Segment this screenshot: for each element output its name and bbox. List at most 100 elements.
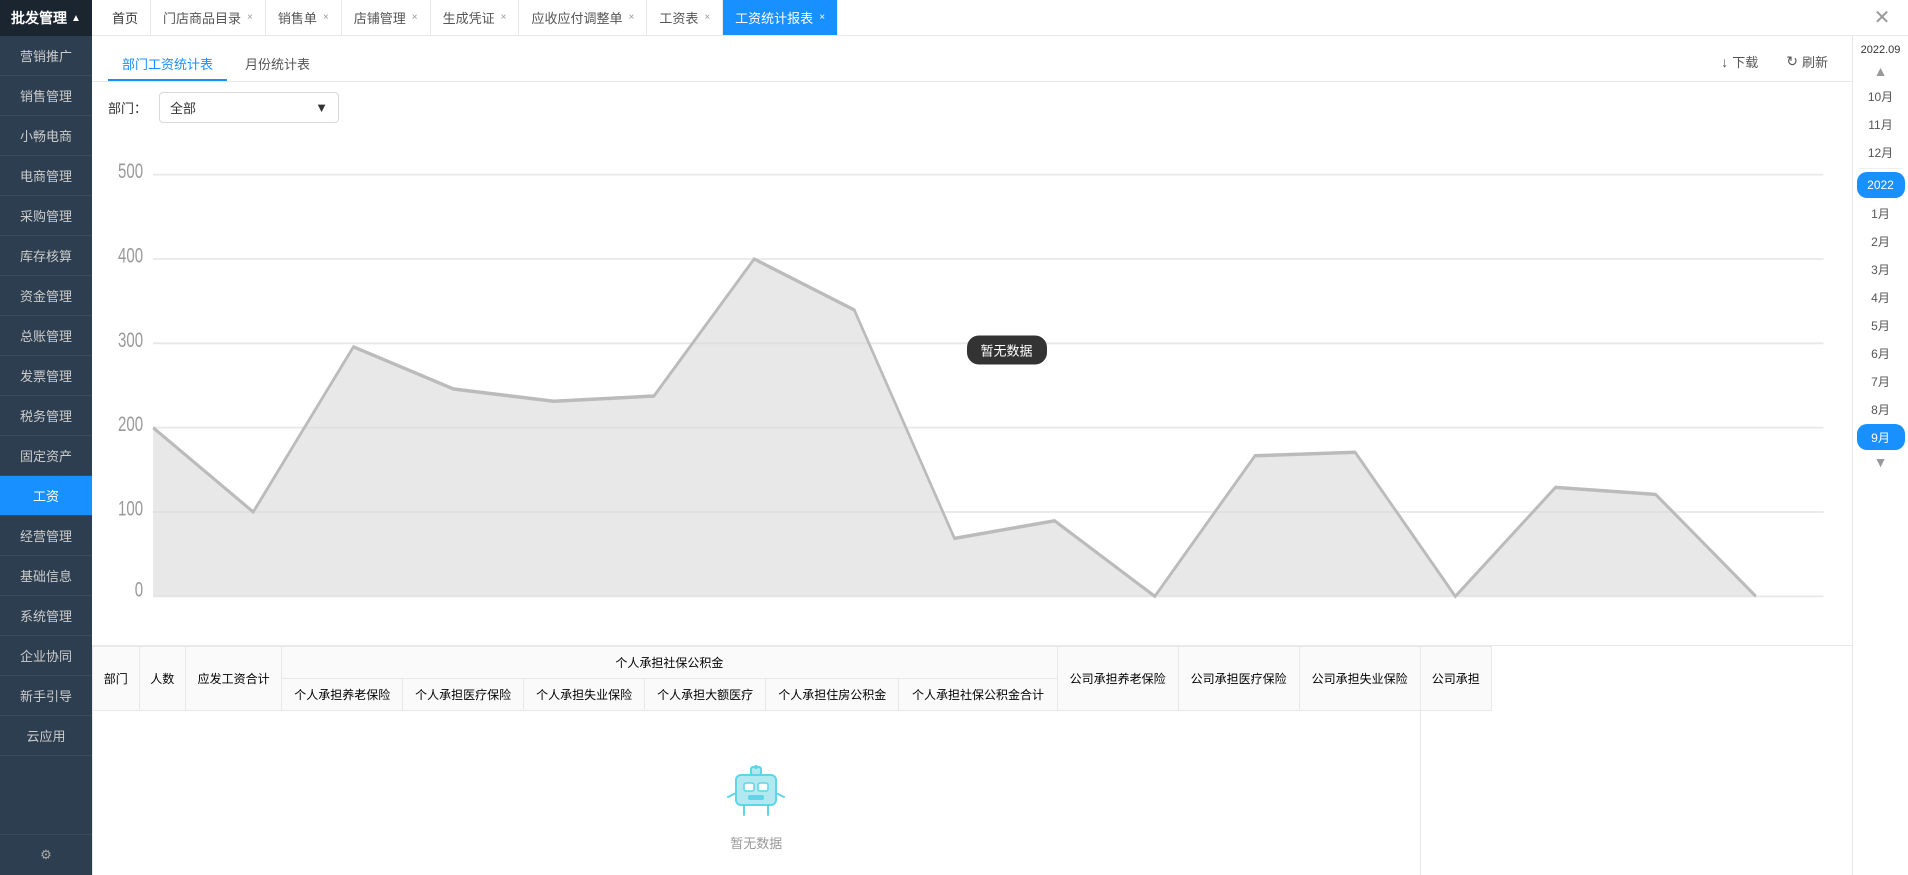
sub-tab-monthly-stats[interactable]: 月份统计表 xyxy=(231,48,324,81)
th-total-salary: 应发工资合计 xyxy=(186,647,282,711)
tabs-bar: 首页 门店商品目录 × 销售单 × 店铺管理 × 生成凭证 × 应收应付调整单 … xyxy=(92,0,1908,36)
sidebar-settings-button[interactable]: ⚙ xyxy=(0,834,92,875)
tab-home[interactable]: 首页 xyxy=(100,0,151,35)
month-item-2[interactable]: 2月 xyxy=(1857,228,1905,254)
sidebar-label: 固定资产 xyxy=(20,449,72,464)
download-label: 下载 xyxy=(1732,52,1758,71)
settings-icon: ⚙ xyxy=(40,847,52,862)
svg-text:0: 0 xyxy=(135,577,143,601)
th-count: 人数 xyxy=(139,647,186,711)
empty-cell: 暂无数据 xyxy=(93,711,1421,875)
sidebar-label: 营销推广 xyxy=(20,49,72,64)
month-label: 4月 xyxy=(1871,289,1890,306)
sidebar-item-jingyingguanli[interactable]: 经营管理 xyxy=(0,516,92,556)
tab-close-icon[interactable]: × xyxy=(704,12,710,23)
th-company-pension: 公司承担养老保险 xyxy=(1057,647,1178,711)
sidebar-item-zongzhangguanli[interactable]: 总账管理 xyxy=(0,316,92,356)
tab-store-management[interactable]: 店铺管理 × xyxy=(342,0,431,35)
sidebar-item-qiyexietong[interactable]: 企业协同 xyxy=(0,636,92,676)
sidebar-label: 库存核算 xyxy=(20,249,72,264)
tab-generate-voucher[interactable]: 生成凭证 × xyxy=(431,0,520,35)
month-label: 9月 xyxy=(1871,429,1890,446)
tab-close-icon[interactable]: × xyxy=(819,12,825,23)
month-item-6[interactable]: 6月 xyxy=(1857,340,1905,366)
tab-close-icon[interactable]: × xyxy=(501,12,507,23)
date-year-label: 2022.09 xyxy=(1859,40,1903,60)
tab-close-icon[interactable]: × xyxy=(247,12,253,23)
close-all-button[interactable]: ✕ xyxy=(1872,8,1892,28)
sidebar-label: 税务管理 xyxy=(20,409,72,424)
tab-close-icon[interactable]: × xyxy=(323,12,329,23)
th-personal-group: 个人承担社保公积金 xyxy=(282,647,1057,679)
month-item-12[interactable]: 12月 xyxy=(1857,139,1905,165)
refresh-icon: ↻ xyxy=(1786,53,1798,70)
month-item-9[interactable]: 9月 xyxy=(1857,424,1905,450)
month-item-8[interactable]: 8月 xyxy=(1857,396,1905,422)
year-divider xyxy=(1859,168,1903,169)
sidebar-item-dianshangguanli[interactable]: 电商管理 xyxy=(0,156,92,196)
year-label: 2022 xyxy=(1867,178,1894,192)
svg-text:200: 200 xyxy=(118,412,143,436)
sidebar-item-xiaoshouguanli[interactable]: 销售管理 xyxy=(0,76,92,116)
svg-text:300: 300 xyxy=(118,327,143,351)
tab-close-icon[interactable]: × xyxy=(628,12,634,23)
sidebar-item-jichuxinxi[interactable]: 基础信息 xyxy=(0,556,92,596)
tab-payroll-report[interactable]: 工资统计报表 × xyxy=(723,0,838,35)
empty-state: 暂无数据 xyxy=(103,718,1410,875)
chart-container: 500 400 300 200 100 0 xyxy=(108,143,1836,635)
refresh-button[interactable]: ↻ 刷新 xyxy=(1778,48,1836,75)
month-item-1[interactable]: 1月 xyxy=(1857,200,1905,226)
sub-tab-dept-payroll[interactable]: 部门工资统计表 xyxy=(108,48,227,81)
tab-store-catalog[interactable]: 门店商品目录 × xyxy=(151,0,266,35)
chevron-down-icon: ▼ xyxy=(315,100,328,115)
sidebar-header[interactable]: 批发管理 ▲ xyxy=(0,0,92,36)
sidebar-item-caigouguanli[interactable]: 采购管理 xyxy=(0,196,92,236)
sidebar-label: 企业协同 xyxy=(20,649,72,664)
tab-label: 生成凭证 xyxy=(443,8,495,27)
sidebar-item-gongzi[interactable]: 工资 xyxy=(0,476,92,516)
year-2022-label[interactable]: 2022 xyxy=(1857,172,1905,198)
toolbar-left: 部门： 全部 ▼ xyxy=(108,92,339,123)
month-item-11[interactable]: 11月 xyxy=(1857,111,1905,137)
main-panel: 部门工资统计表 月份统计表 ↓ 下载 ↻ 刷新 xyxy=(92,36,1852,875)
sidebar-item-yingxiaotuiguang[interactable]: 营销推广 xyxy=(0,36,92,76)
sidebar-item-zijinguanli[interactable]: 资金管理 xyxy=(0,276,92,316)
month-item-3[interactable]: 3月 xyxy=(1857,256,1905,282)
sidebar-item-gudingzichan[interactable]: 固定资产 xyxy=(0,436,92,476)
table-wrapper[interactable]: 部门 人数 应发工资合计 个人承担社保公积金 公司承担养老保险 公司承担医疗保险… xyxy=(92,646,1852,875)
tab-close-icon[interactable]: × xyxy=(412,12,418,23)
download-button[interactable]: ↓ 下载 xyxy=(1713,48,1766,75)
month-item-5[interactable]: 5月 xyxy=(1857,312,1905,338)
month-label: 5月 xyxy=(1871,317,1890,334)
th-personal-pension: 个人承担养老保险 xyxy=(282,679,403,711)
sidebar-label: 系统管理 xyxy=(20,609,72,624)
month-item-7[interactable]: 7月 xyxy=(1857,368,1905,394)
tab-payroll[interactable]: 工资表 × xyxy=(647,0,723,35)
sidebar-label: 采购管理 xyxy=(20,209,72,224)
sidebar-item-yunyingyong[interactable]: 云应用 xyxy=(0,716,92,756)
month-item-10[interactable]: 10月 xyxy=(1857,83,1905,109)
tab-receivable-adjustment[interactable]: 应收应付调整单 × xyxy=(519,0,647,35)
date-up-button[interactable]: ▲ xyxy=(1867,60,1895,82)
sidebar-label: 云应用 xyxy=(26,729,65,744)
th-company-other: 公司承担 xyxy=(1420,647,1491,711)
month-item-4[interactable]: 4月 xyxy=(1857,284,1905,310)
chart-area: 500 400 300 200 100 0 xyxy=(92,133,1852,645)
sidebar-label: 销售管理 xyxy=(20,89,72,104)
sidebar-label: 发票管理 xyxy=(20,369,72,384)
dept-select[interactable]: 全部 ▼ xyxy=(159,92,339,123)
sidebar-item-xinshouyindao[interactable]: 新手引导 xyxy=(0,676,92,716)
chart-svg: 500 400 300 200 100 0 xyxy=(108,143,1836,635)
sidebar-item-xitongguanli[interactable]: 系统管理 xyxy=(0,596,92,636)
sidebar-item-xiaochangdianshang[interactable]: 小畅电商 xyxy=(0,116,92,156)
sidebar-label: 基础信息 xyxy=(20,569,72,584)
svg-text:100: 100 xyxy=(118,496,143,520)
tab-sales-order[interactable]: 销售单 × xyxy=(266,0,342,35)
sidebar-label: 经营管理 xyxy=(20,529,72,544)
date-down-button[interactable]: ▼ xyxy=(1867,451,1895,473)
tab-label: 销售单 xyxy=(278,8,317,27)
sidebar-item-kucunhesuan[interactable]: 库存核算 xyxy=(0,236,92,276)
th-personal-major-medical: 个人承担大额医疗 xyxy=(645,679,766,711)
sidebar-item-fapiaosguanli[interactable]: 发票管理 xyxy=(0,356,92,396)
sidebar-item-shuiwuguanli[interactable]: 税务管理 xyxy=(0,396,92,436)
